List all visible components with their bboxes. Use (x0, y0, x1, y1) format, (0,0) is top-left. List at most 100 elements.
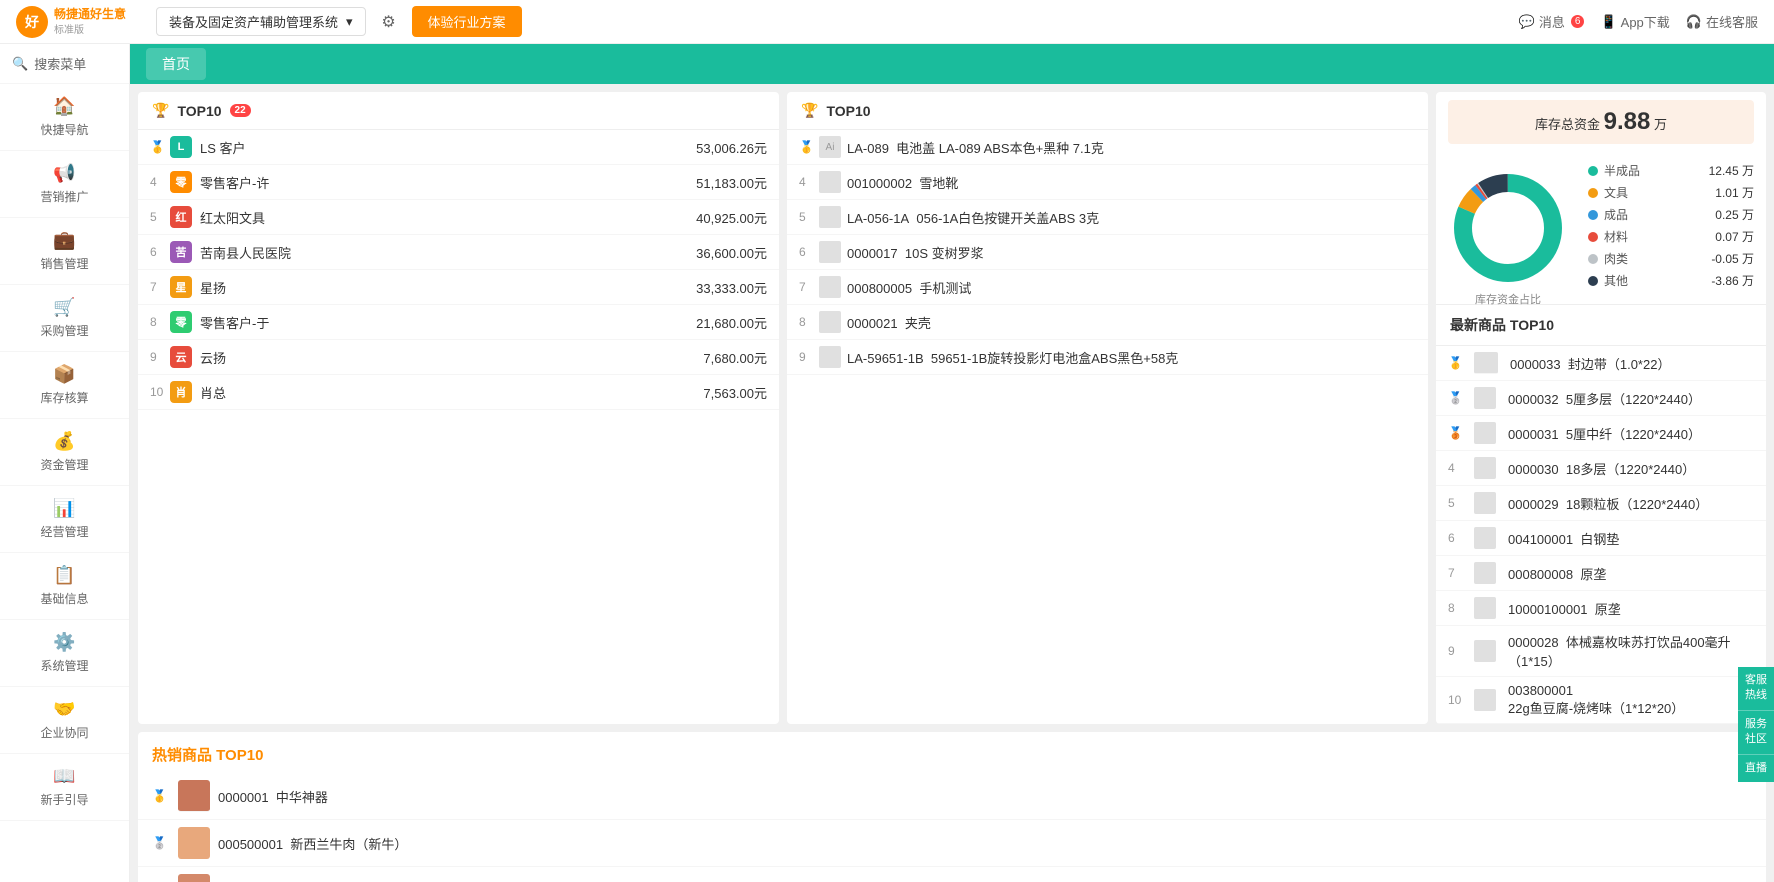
sidebar-item-sales[interactable]: 💼 销售管理 (0, 218, 129, 285)
float-btn-community[interactable]: 服务 社区 (1738, 711, 1774, 755)
product-item-4[interactable]: 6 0000017 10S 变树罗浆 (787, 235, 1428, 270)
service-btn[interactable]: 🎧 在线客服 (1686, 12, 1758, 31)
newest-thumb (1474, 457, 1496, 479)
product-thumb (819, 206, 841, 228)
sidebar-item-purchase[interactable]: 🛒 采购管理 (0, 285, 129, 352)
product-item-1[interactable]: 🥇 Ai LA-089 电池盖 LA-089 ABS本色+黑种 7.1克 (787, 130, 1428, 165)
float-buttons: 客服 热线 服务 社区 直播 (1738, 667, 1774, 782)
product-item-7[interactable]: 9 LA-59651-1B 59651-1B旋转投影灯电池盒ABS黑色+58克 (787, 340, 1428, 375)
newest-item-8[interactable]: 8 10000100001 原垄 (1436, 591, 1766, 626)
donut-chart: 库存资金占比 (1448, 168, 1568, 288)
settings-icon[interactable]: ⚙ (374, 7, 404, 37)
newest-item-9[interactable]: 9 0000028 体械嘉枚味苏打饮品400毫升（1*15） (1436, 626, 1766, 677)
newest-item-3[interactable]: 🥉 0000031 5厘中纤（1220*2440） (1436, 416, 1766, 451)
sidebar-item-quicknav[interactable]: 🏠 快捷导航 (0, 84, 129, 151)
customer-item-1[interactable]: 🥇 L LS 客户 53,006.26元 (138, 130, 779, 165)
newest-item-2[interactable]: 🥈 0000032 5厘多层（1220*2440） (1436, 381, 1766, 416)
newest-item-10[interactable]: 10 003800001 22g鱼豆腐-烧烤味（1*12*20） (1436, 677, 1766, 724)
system-name: 装备及固定资产辅助管理系统 (169, 12, 338, 31)
sales-icon: 💼 (53, 230, 75, 251)
product-item-2[interactable]: 4 001000002 雪地靴 (787, 165, 1428, 200)
newest-thumb (1474, 352, 1498, 374)
newest-header: 最新商品 TOP10 (1436, 305, 1766, 346)
sidebar-item-finance[interactable]: 💰 资金管理 (0, 419, 129, 486)
top-row: 🏆 TOP10 22 🥇 L LS 客户 53,006.26元 4 (138, 92, 1766, 724)
legend: 半成品 12.45 万 文具 1.01 万 (1588, 162, 1754, 294)
newest-item-1[interactable]: 🥇 0000033 封边带（1.0*22） (1436, 346, 1766, 381)
hot-product-thumb (178, 780, 210, 812)
newest-item-6[interactable]: 6 004100001 白钢垫 (1436, 521, 1766, 556)
chart-area: 库存资金占比 半成品 12.45 万 (1436, 152, 1766, 304)
legend-dot (1588, 210, 1598, 220)
product-item-5[interactable]: 7 000800005 手机测试 (787, 270, 1428, 305)
hot-product-1[interactable]: 🥇 0000001 中华神器 (138, 773, 1766, 820)
sidebar-item-marketing[interactable]: 📢 营销推广 (0, 151, 129, 218)
avatar: 肖 (170, 381, 192, 403)
avatar: 星 (170, 276, 192, 298)
hot-product-thumb (178, 827, 210, 859)
message-btn[interactable]: 💬 消息 6 (1519, 12, 1585, 31)
sidebar-item-system[interactable]: ⚙️ 系统管理 (0, 620, 129, 687)
book-icon: 📖 (53, 766, 75, 787)
newest-item-7[interactable]: 7 000800008 原垄 (1436, 556, 1766, 591)
customer-item-4[interactable]: 6 苦 苦南县人民医院 36,600.00元 (138, 235, 779, 270)
newest-item-4[interactable]: 4 0000030 18多层（1220*2440） (1436, 451, 1766, 486)
product-thumb (819, 276, 841, 298)
customer-item-8[interactable]: 10 肖 肖总 7,563.00元 (138, 375, 779, 410)
search-menu[interactable]: 🔍 搜索菜单 (0, 44, 129, 84)
sidebar-item-guide[interactable]: 📖 新手引导 (0, 754, 129, 821)
newest-item-5[interactable]: 5 0000029 18颗粒板（1220*2440） (1436, 486, 1766, 521)
handshake-icon: 🤝 (53, 699, 75, 720)
customer-item-6[interactable]: 8 零 零售客户-于 21,680.00元 (138, 305, 779, 340)
system-selector[interactable]: 装备及固定资产辅助管理系统 ▾ (156, 7, 366, 36)
hot-product-3[interactable]: 🥉 0000002 智利车子里（规格不知道填什么） (138, 867, 1766, 882)
logo-icon: 好 (16, 6, 48, 38)
search-icon: 🔍 (12, 56, 28, 72)
customers-badge: 22 (230, 104, 251, 117)
trophy2-icon: 🏆 (801, 102, 818, 119)
sidebar-item-inventory[interactable]: 📦 库存核算 (0, 352, 129, 419)
customer-item-2[interactable]: 4 零 零售客户-许 51,183.00元 (138, 165, 779, 200)
legend-item-3: 材料 0.07 万 (1588, 228, 1754, 245)
avatar: 零 (170, 311, 192, 333)
float-btn-live[interactable]: 直播 (1738, 755, 1774, 782)
home-icon: 🏠 (53, 96, 75, 117)
phone-icon: 📱 (1600, 14, 1616, 30)
customer-item-7[interactable]: 9 云 云扬 7,680.00元 (138, 340, 779, 375)
hot-product-2[interactable]: 🥈 000500001 新西兰牛肉（新牛） (138, 820, 1766, 867)
newest-thumb (1474, 562, 1496, 584)
cart-icon: 🛒 (53, 297, 75, 318)
newest-thumb (1474, 597, 1496, 619)
legend-item-4: 肉类 -0.05 万 (1588, 250, 1754, 267)
message-badge: 6 (1571, 15, 1585, 28)
sidebar-item-operations[interactable]: 📊 经营管理 (0, 486, 129, 553)
money-icon: 💰 (53, 431, 75, 452)
chart-icon: 📊 (53, 498, 75, 519)
product-thumb (819, 346, 841, 368)
product-thumb (819, 171, 841, 193)
tab-home[interactable]: 首页 (146, 48, 206, 80)
float-btn-service[interactable]: 客服 热线 (1738, 667, 1774, 711)
customers-col: 🏆 TOP10 22 🥇 L LS 客户 53,006.26元 4 (138, 92, 779, 724)
avatar: 红 (170, 206, 192, 228)
nav-tabs: 首页 (130, 44, 1774, 84)
customer-item-3[interactable]: 5 红 红太阳文具 40,925.00元 (138, 200, 779, 235)
app-download-btn[interactable]: 📱 App下载 (1600, 12, 1669, 31)
hot-products-title: 热销商品 TOP10 (138, 732, 1766, 773)
trial-button[interactable]: 体验行业方案 (412, 6, 522, 37)
customer-item-5[interactable]: 7 星 星扬 33,333.00元 (138, 270, 779, 305)
message-icon: 💬 (1519, 14, 1535, 30)
product-item-3[interactable]: 5 LA-056-1A 056-1A白色按键开关盖ABS 3克 (787, 200, 1428, 235)
legend-dot (1588, 188, 1598, 198)
inventory-section: 库存总资金 9.88 万 (1436, 100, 1766, 305)
topbar-right: 💬 消息 6 📱 App下载 🎧 在线客服 (1519, 12, 1758, 31)
dashboard-main: 🏆 TOP10 22 🥇 L LS 客户 53,006.26元 4 (130, 84, 1774, 882)
newest-thumb (1474, 492, 1496, 514)
sidebar-item-collab[interactable]: 🤝 企业协同 (0, 687, 129, 754)
sidebar-item-basic[interactable]: 📋 基础信息 (0, 553, 129, 620)
legend-dot (1588, 254, 1598, 264)
right-col: 库存总资金 9.88 万 (1436, 92, 1766, 724)
newest-thumb (1474, 689, 1496, 711)
product-item-6[interactable]: 8 0000021 夹壳 (787, 305, 1428, 340)
hot-products-section: 热销商品 TOP10 🥇 0000001 中华神器 🥈 00050 (138, 732, 1766, 882)
